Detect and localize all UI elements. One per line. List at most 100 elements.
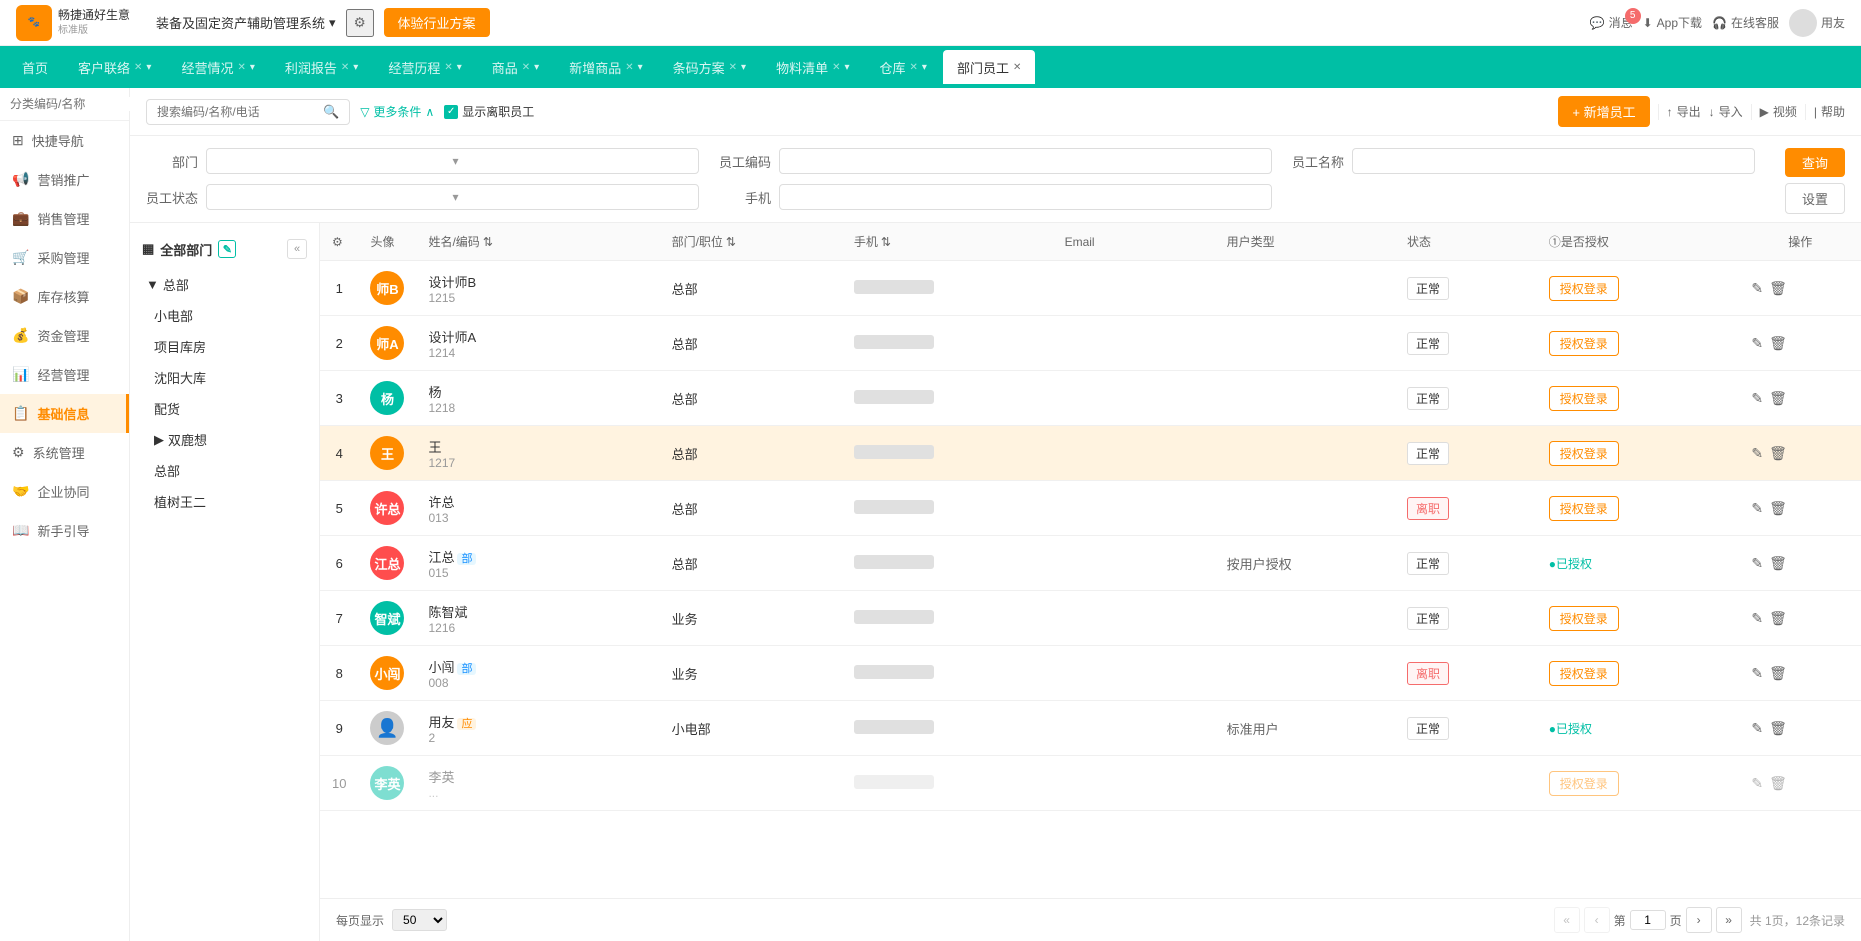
sidebar-item-guide[interactable]: 📖 新手引导 [0, 511, 129, 550]
search-wrap[interactable]: 🔍 [146, 99, 350, 125]
settings-button[interactable]: ⚙ [346, 9, 374, 37]
tab-employees[interactable]: 部门员工 ✕ [943, 50, 1035, 84]
close-icon[interactable]: ✕ [341, 62, 349, 73]
close-icon[interactable]: ✕ [522, 62, 530, 73]
employee-search-input[interactable] [157, 105, 317, 119]
delete-icon[interactable]: 🗑 [1769, 280, 1787, 297]
export-button[interactable]: ↑ 导出 [1667, 103, 1701, 120]
dept-node-project[interactable]: 项目库房 [130, 331, 319, 362]
tab-new-goods[interactable]: 新增商品 ✕ ▾ [555, 50, 656, 84]
next-page-button[interactable]: › [1686, 907, 1712, 933]
auth-button[interactable]: 授权登录 [1549, 441, 1619, 466]
dept-node-distribution[interactable]: 配货 [130, 393, 319, 424]
tab-profit[interactable]: 利润报告 ✕ ▾ [271, 50, 372, 84]
edit-icon[interactable]: ✎ [1751, 665, 1763, 682]
tab-warehouse[interactable]: 仓库 ✕ ▾ [866, 50, 941, 84]
col-phone[interactable]: 手机⇅ [842, 223, 1053, 261]
last-page-button[interactable]: » [1716, 907, 1742, 933]
auth-button[interactable]: 授权登录 [1549, 496, 1619, 521]
close-icon[interactable]: ✕ [444, 62, 452, 73]
chevron-down-icon[interactable]: ▾ [534, 62, 539, 73]
tab-goods[interactable]: 商品 ✕ ▾ [478, 50, 553, 84]
status-filter-select[interactable]: ▾ [206, 184, 699, 210]
sidebar-search-wrap[interactable]: 🔍 [0, 88, 129, 121]
import-button[interactable]: ↓ 导入 [1709, 103, 1743, 120]
sidebar-item-cooperation[interactable]: 🤝 企业协同 [0, 472, 129, 511]
edit-icon[interactable]: ✎ [1751, 775, 1763, 792]
tab-barcode[interactable]: 条码方案 ✕ ▾ [659, 50, 760, 84]
prev-page-button[interactable]: ‹ [1584, 907, 1610, 933]
view-button[interactable]: ▶ 视频 [1760, 103, 1797, 120]
sidebar-item-operations[interactable]: 📊 经营管理 [0, 355, 129, 394]
tab-history[interactable]: 经营历程 ✕ ▾ [374, 50, 475, 84]
delete-icon[interactable]: 🗑 [1769, 775, 1787, 792]
dept-filter-select[interactable]: ▾ [206, 148, 699, 174]
close-icon[interactable]: ✕ [134, 62, 142, 73]
delete-icon[interactable]: 🗑 [1769, 500, 1787, 517]
edit-icon[interactable]: ✎ [1751, 720, 1763, 737]
close-icon[interactable]: ✕ [1013, 62, 1021, 73]
online-service-button[interactable]: 🎧 在线客服 [1712, 14, 1779, 31]
dept-node-hq[interactable]: 总部 [130, 455, 319, 486]
col-name[interactable]: 姓名/编码⇅ [416, 223, 659, 261]
sidebar-item-finance[interactable]: 💰 资金管理 [0, 316, 129, 355]
tab-home[interactable]: 首页 [8, 50, 62, 84]
auth-button[interactable]: 授权登录 [1549, 606, 1619, 631]
dept-node-small-elec[interactable]: 小电部 [130, 300, 319, 331]
edit-icon[interactable]: ✎ [1751, 500, 1763, 517]
edit-icon[interactable]: ✎ [1751, 610, 1763, 627]
auth-button[interactable]: 授权登录 [1549, 331, 1619, 356]
app-download-button[interactable]: ⬇ App下载 [1643, 14, 1702, 31]
dept-node-general[interactable]: ▼ 总部 [130, 269, 319, 300]
first-page-button[interactable]: « [1554, 907, 1580, 933]
delete-icon[interactable]: 🗑 [1769, 610, 1787, 627]
col-dept[interactable]: 部门/职位⇅ [660, 223, 842, 261]
empname-filter-input[interactable] [1352, 148, 1755, 174]
auth-button[interactable]: 授权登录 [1549, 276, 1619, 301]
add-employee-button[interactable]: + 新增员工 [1558, 96, 1649, 127]
edit-icon[interactable]: ✎ [1751, 445, 1763, 462]
delete-icon[interactable]: 🗑 [1769, 555, 1787, 572]
search-button[interactable]: 查询 [1785, 148, 1845, 177]
setting-button[interactable]: 设置 [1785, 183, 1845, 214]
col-settings[interactable]: ⚙ [320, 223, 358, 261]
close-icon[interactable]: ✕ [832, 62, 840, 73]
dept-node-plant[interactable]: 植树王二 [130, 486, 319, 517]
delete-icon[interactable]: 🗑 [1769, 665, 1787, 682]
help-button[interactable]: | 帮助 [1814, 103, 1845, 120]
dept-all-button[interactable]: ▦ 全部部门 ✎ [142, 240, 236, 259]
dept-node-shuanglu[interactable]: ▶ 双鹿想 [130, 424, 319, 455]
chevron-down-icon[interactable]: ▾ [353, 62, 358, 73]
delete-icon[interactable]: 🗑 [1769, 445, 1787, 462]
auth-button[interactable]: 授权登录 [1549, 661, 1619, 686]
sidebar-item-sales[interactable]: 💼 销售管理 [0, 199, 129, 238]
chevron-down-icon[interactable]: ▾ [844, 62, 849, 73]
chevron-down-icon[interactable]: ▾ [457, 62, 462, 73]
sidebar-item-system[interactable]: ⚙ 系统管理 [0, 433, 129, 472]
sidebar-item-inventory[interactable]: 📦 库存核算 [0, 277, 129, 316]
edit-icon[interactable]: ✎ [1751, 335, 1763, 352]
user-menu[interactable]: 用友 [1789, 9, 1845, 37]
close-icon[interactable]: ✕ [729, 62, 737, 73]
chevron-down-icon[interactable]: ▾ [250, 62, 255, 73]
sidebar-item-marketing[interactable]: 📢 营销推广 [0, 160, 129, 199]
show-resigned-checkbox[interactable]: ✓ [444, 105, 458, 119]
edit-icon[interactable]: ✎ [1751, 390, 1763, 407]
experience-button[interactable]: 体验行业方案 [384, 8, 490, 37]
close-icon[interactable]: ✕ [625, 62, 633, 73]
page-size-select[interactable]: 50 10 20 100 [392, 909, 447, 931]
messages-button[interactable]: 💬 消息 5 [1590, 14, 1633, 31]
phone-filter-input[interactable] [779, 184, 1272, 210]
edit-icon[interactable]: ✎ [1751, 280, 1763, 297]
tab-bom[interactable]: 物料清单 ✕ ▾ [762, 50, 863, 84]
close-icon[interactable]: ✕ [237, 62, 245, 73]
page-input[interactable] [1630, 910, 1666, 930]
tab-customer[interactable]: 客户联络 ✕ ▾ [64, 50, 165, 84]
empcode-filter-input[interactable] [779, 148, 1272, 174]
close-icon[interactable]: ✕ [910, 62, 918, 73]
show-resigned-toggle[interactable]: ✓ 显示离职员工 [444, 103, 534, 120]
dept-node-shenyang[interactable]: 沈阳大库 [130, 362, 319, 393]
auth-button[interactable]: 授权登录 [1549, 771, 1619, 796]
delete-icon[interactable]: 🗑 [1769, 335, 1787, 352]
chevron-down-icon[interactable]: ▾ [638, 62, 643, 73]
